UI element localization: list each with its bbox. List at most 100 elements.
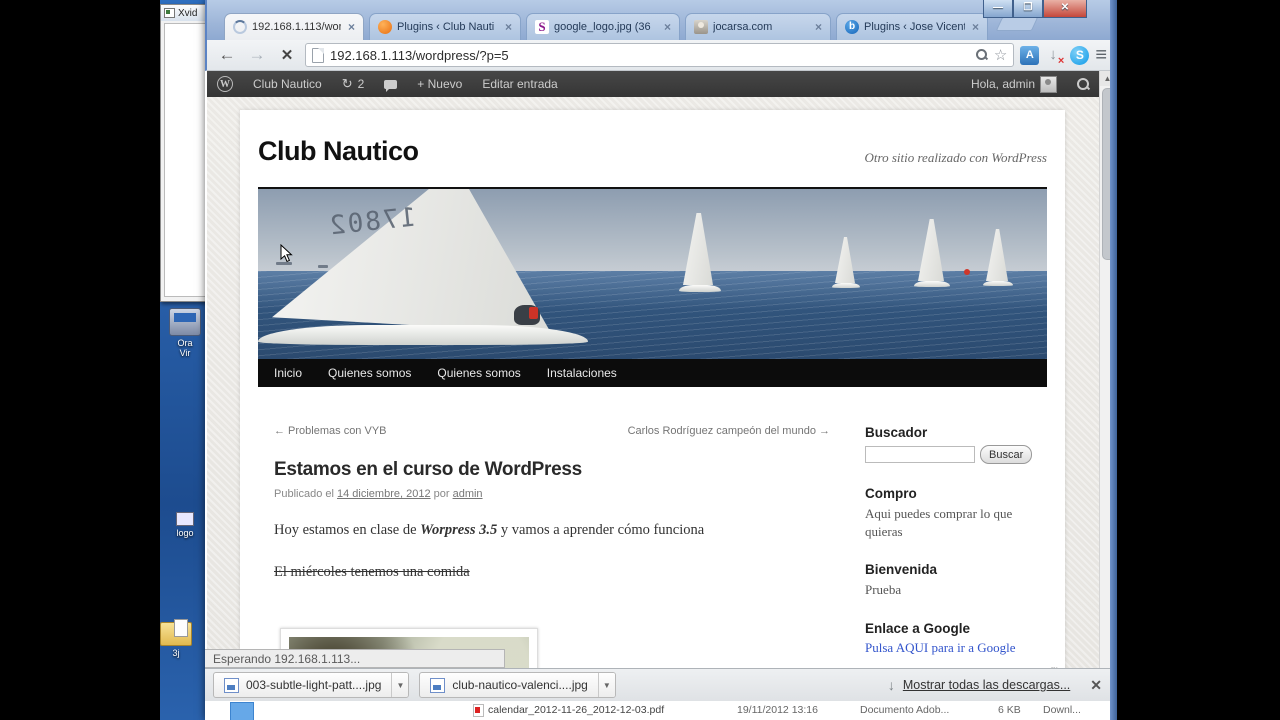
widget-title: Enlace a Google <box>865 620 971 636</box>
admin-bar-updates[interactable]: ↻ 2 <box>332 71 375 97</box>
maximize-button[interactable]: ❐ <box>1013 0 1043 18</box>
tab-close-icon[interactable]: × <box>662 20 673 34</box>
tab-close-icon[interactable]: × <box>813 20 824 34</box>
tab-jocarsa[interactable]: jocarsa.com × <box>685 13 831 40</box>
post-navigation: ← Problemas con VYB Carlos Rodríguez cam… <box>274 425 830 437</box>
download-item-1[interactable]: 003-subtle-light-patt....jpg ▼ <box>213 672 410 698</box>
tab-plugins-jose-vicente[interactable]: b Plugins ‹ Jose Vicent × <box>836 13 988 40</box>
show-all-downloads-link[interactable]: Mostrar todas las descargas... <box>903 678 1070 692</box>
main-hull <box>258 325 588 345</box>
comments-bubble-icon <box>384 79 398 92</box>
mouse-cursor <box>280 244 293 263</box>
download-arrow-icon: ↓ <box>887 677 895 693</box>
tab-plugins-club-nautico[interactable]: Plugins ‹ Club Nauti × <box>369 13 521 40</box>
new-tab-button[interactable] <box>995 17 1039 31</box>
download-menu-caret[interactable]: ▼ <box>597 673 615 697</box>
meta-by: por <box>430 488 453 500</box>
tab-close-icon[interactable]: × <box>346 20 357 34</box>
nav-item-quienes-somos-1[interactable]: Quienes somos <box>328 366 411 380</box>
site-title[interactable]: Club Nautico <box>258 136 419 167</box>
minimize-button[interactable]: — <box>983 0 1013 18</box>
download-filename: club-nautico-valenci....jpg <box>452 678 588 692</box>
red-buoy <box>964 269 970 275</box>
body-text: y vamos a aprender cómo funciona <box>497 522 705 538</box>
explorer-filename[interactable]: calendar_2012-11-26_2012-12-03.pdf <box>488 704 664 716</box>
address-bar[interactable]: 192.168.1.113/wordpress/?p=5 ☆ <box>305 43 1015 67</box>
image-viewer-favicon: S <box>535 20 549 34</box>
loading-spinner-icon <box>233 20 247 34</box>
desktop-icon-folder[interactable]: 3j <box>142 619 210 658</box>
admin-bar-comments[interactable] <box>374 71 407 97</box>
translate-extension-icon[interactable]: A <box>1020 45 1040 65</box>
widget-bienvenida: Bienvenida Prueba <box>865 562 1047 599</box>
download-filename: 003-subtle-light-patt....jpg <box>246 678 382 692</box>
url-text[interactable]: 192.168.1.113/wordpress/?p=5 <box>330 48 970 63</box>
desktop-icon-logo[interactable]: logo <box>160 512 210 538</box>
search-submit-button[interactable]: Buscar <box>980 445 1033 464</box>
admin-bar-search-icon[interactable] <box>1077 77 1090 91</box>
distant-ship <box>318 265 328 268</box>
widget-text: Aqui puedes comprar lo que quieras <box>865 506 1013 539</box>
desktop-icon-virtualbox[interactable]: Ora Vir <box>160 308 210 358</box>
tab-close-icon[interactable]: × <box>970 20 981 34</box>
sailor <box>514 305 540 325</box>
prev-post-link[interactable]: ← Problemas con VYB <box>274 425 387 437</box>
update-icon: ↻ <box>341 76 353 91</box>
tab-google-logo-image[interactable]: S google_logo.jpg (36 × <box>526 13 680 40</box>
download-menu-caret[interactable]: ▼ <box>391 673 409 697</box>
download-blocker-extension-icon[interactable] <box>1045 46 1064 67</box>
skype-extension-icon[interactable]: S <box>1070 45 1090 65</box>
tab-title: Plugins ‹ Jose Vicent <box>864 21 965 33</box>
desktop-icon-label: Ora <box>177 338 193 348</box>
virtualbox-icon <box>169 308 201 336</box>
admin-bar-account[interactable]: Hola, admin <box>961 71 1067 97</box>
avatar-favicon <box>694 20 708 34</box>
nav-item-quienes-somos-2[interactable]: Quienes somos <box>437 366 520 380</box>
image-file-icon <box>430 677 446 693</box>
download-item-2[interactable]: club-nautico-valenci....jpg ▼ <box>419 672 616 698</box>
admin-bar-new[interactable]: + Nuevo <box>407 71 472 97</box>
forward-button[interactable]: → <box>245 45 269 65</box>
site-header: Club Nautico Otro sitio realizado con Wo… <box>258 110 1047 184</box>
xvid-window-title: Xvid <box>178 7 198 19</box>
file-explorer-row: calendar_2012-11-26_2012-12-03.pdf 19/11… <box>205 701 1110 720</box>
header-image: 17802 <box>258 187 1047 359</box>
explorer-filesize: 6 KB <box>998 704 1021 716</box>
desktop-icon-label: Vir <box>179 348 191 358</box>
pdf-file-icon <box>473 704 484 717</box>
next-post-link[interactable]: Carlos Rodríguez campeón del mundo → <box>628 425 830 437</box>
folder-icon <box>160 619 192 646</box>
explorer-date: 19/11/2012 13:16 <box>737 704 818 716</box>
site-navigation: Inicio Quienes somos Quienes somos Insta… <box>258 359 1047 387</box>
post-meta: Publicado el 14 diciembre, 2012 por admi… <box>274 488 830 500</box>
status-text: Esperando 192.168.1.113... <box>213 651 361 666</box>
admin-bar-site-name[interactable]: Club Nautico <box>243 71 332 97</box>
tab-title: google_logo.jpg (36 <box>554 21 651 33</box>
search-input[interactable] <box>865 446 975 463</box>
chrome-menu-icon[interactable]: ≡ <box>1095 45 1107 65</box>
tab-wordpress-page[interactable]: 192.168.1.113/wordp × <box>224 13 364 40</box>
post-column: ← Problemas con VYB Carlos Rodríguez cam… <box>274 425 830 668</box>
site-name-label: Club Nautico <box>253 77 322 91</box>
search-widget-title: Buscador <box>865 425 928 440</box>
wp-admin-bar: W Club Nautico ↻ 2 + Nuevo Editar entrad… <box>207 71 1100 97</box>
download-bar: 003-subtle-light-patt....jpg ▼ club-naut… <box>205 668 1110 701</box>
post-title[interactable]: Estamos en el curso de WordPress <box>274 459 830 481</box>
admin-bar-edit-entry[interactable]: Editar entrada <box>472 71 567 97</box>
nav-item-instalaciones[interactable]: Instalaciones <box>547 366 617 380</box>
download-bar-close-icon[interactable]: ✕ <box>1090 677 1102 694</box>
back-button[interactable]: ← <box>215 45 239 65</box>
xvid-titlebar[interactable]: Xvid <box>161 5 211 21</box>
tab-close-icon[interactable]: × <box>503 20 514 34</box>
close-window-button[interactable]: ✕ <box>1043 0 1087 18</box>
site-tagline: Otro sitio realizado con WordPress <box>864 150 1048 165</box>
wp-logo-menu[interactable]: W <box>207 71 243 97</box>
bookmark-star-icon[interactable]: ☆ <box>994 46 1007 64</box>
post-date-link[interactable]: 14 diciembre, 2012 <box>337 488 431 500</box>
stop-button[interactable]: ✕ <box>275 46 299 64</box>
site-background: Club Nautico Otro sitio realizado con Wo… <box>207 97 1100 668</box>
search-icon[interactable] <box>975 49 988 61</box>
google-link[interactable]: Pulsa AQUI para ir a Google <box>865 640 1047 656</box>
post-author-link[interactable]: admin <box>453 488 483 500</box>
nav-item-inicio[interactable]: Inicio <box>274 366 302 380</box>
